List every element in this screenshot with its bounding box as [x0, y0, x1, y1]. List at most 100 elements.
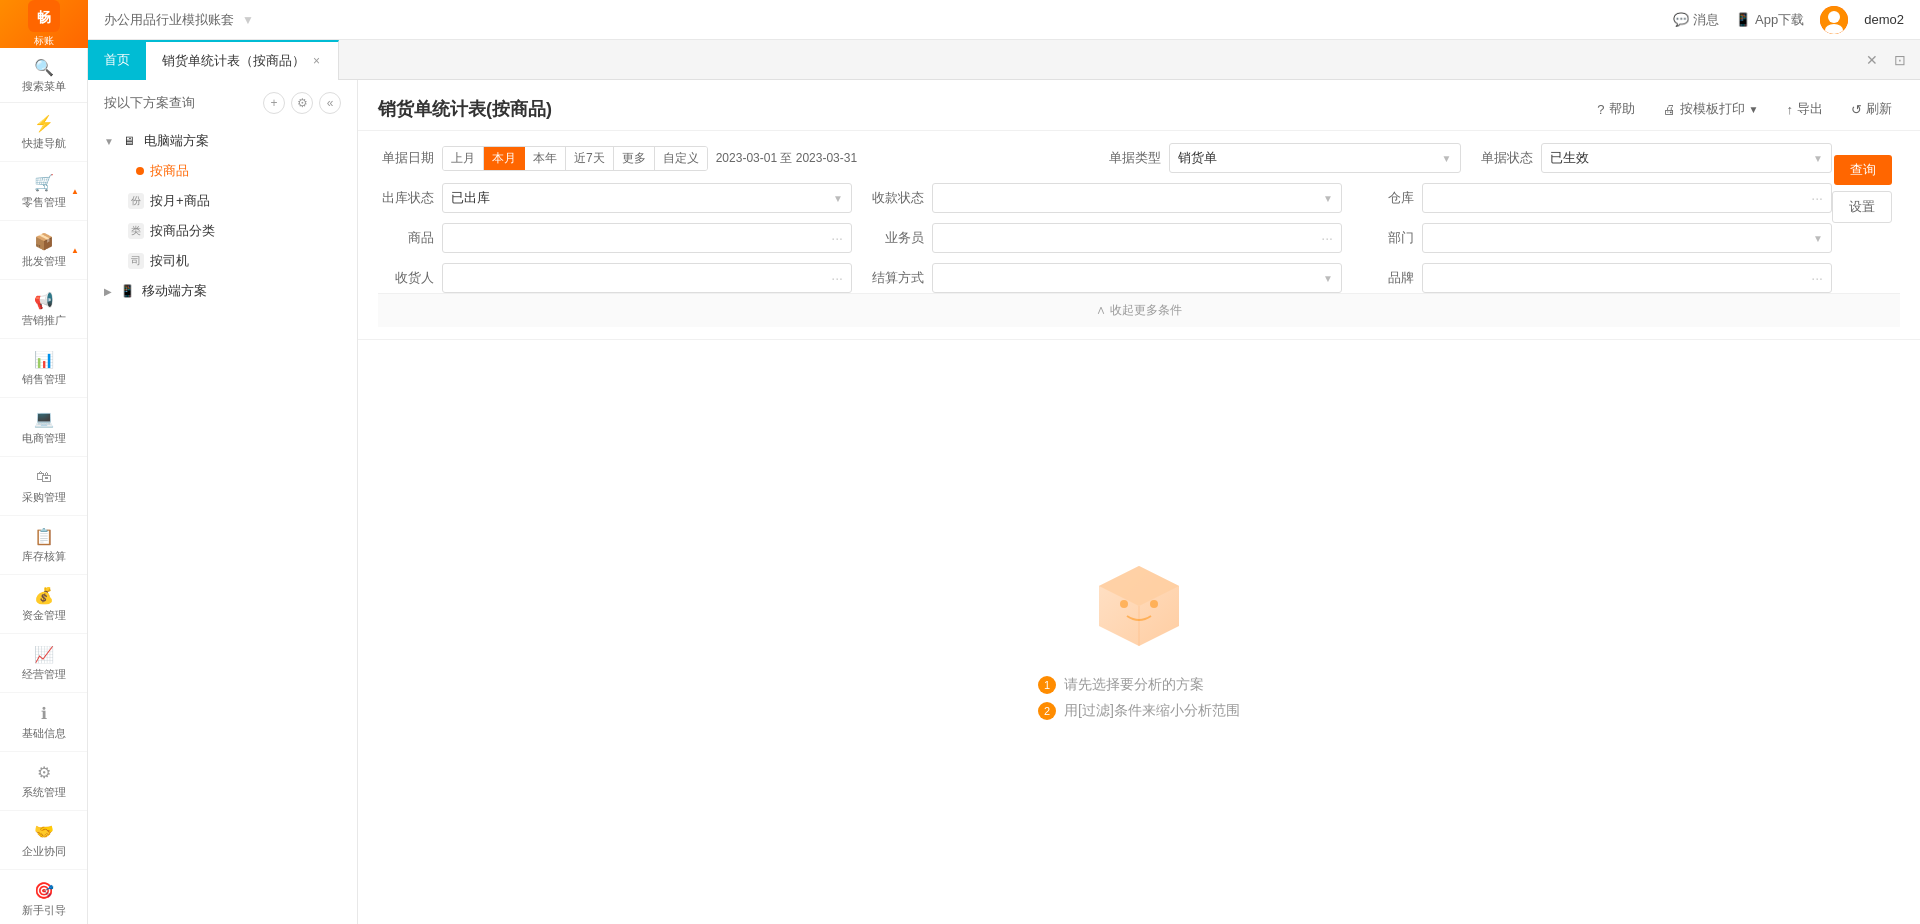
brand-input[interactable]: ··· [1422, 263, 1832, 293]
sidebar-item-enterprise-coop[interactable]: 🤝 企业协同 [0, 811, 87, 870]
sidebar-item-new-user[interactable]: 🎯 新手引导 [0, 870, 87, 924]
tab-home[interactable]: 首页 [88, 40, 146, 80]
message-icon: 💬 [1673, 12, 1689, 27]
goods-dots[interactable]: ··· [831, 230, 843, 246]
avatar-image [1820, 6, 1848, 34]
date-tab-more[interactable]: 更多 [614, 147, 655, 170]
ecommerce-icon: 💻 [34, 408, 54, 428]
help-label: 帮助 [1609, 100, 1635, 118]
warehouse-dots[interactable]: ··· [1811, 190, 1823, 206]
salesperson-label: 业务员 [868, 229, 924, 247]
brand-dots[interactable]: ··· [1811, 270, 1823, 286]
sidebar-item-quick-nav[interactable]: ⚡ 快捷导航 [0, 103, 87, 162]
sidebar-item-business[interactable]: 📈 经营管理 [0, 634, 87, 693]
goods-input[interactable]: ··· [442, 223, 852, 253]
payment-dropdown-icon: ▼ [1323, 273, 1333, 284]
collapse-panel-button[interactable]: « [319, 92, 341, 114]
sidebar-item-label: 系统管理 [22, 785, 66, 800]
app-logo[interactable]: 畅 标账 [0, 0, 88, 48]
export-button[interactable]: ↑ 导出 [1779, 96, 1832, 122]
warehouse-input[interactable]: ··· [1422, 183, 1832, 213]
settings-button[interactable]: 设置 [1832, 191, 1892, 223]
date-tab-7days[interactable]: 近7天 [566, 147, 614, 170]
add-scheme-button[interactable]: + [263, 92, 285, 114]
collapse-bar[interactable]: ∧ 收起更多条件 [378, 293, 1900, 327]
tree-arrow-mobile: ▶ [104, 286, 112, 297]
user-name: demo2 [1864, 12, 1904, 27]
tree-item-pc[interactable]: ▼ 🖥 电脑端方案 [88, 126, 357, 156]
phone-icon: 📱 [1735, 12, 1751, 27]
top-header: 办公用品行业模拟账套 ▼ 💬 消息 📱 App下载 demo2 [88, 0, 1920, 40]
out-status-value: 已出库 [451, 189, 490, 207]
date-tab-custom[interactable]: 自定义 [655, 147, 707, 170]
sidebar-item-basic-info[interactable]: ℹ 基础信息 [0, 693, 87, 752]
type-select[interactable]: 销货单 ▼ [1169, 143, 1461, 173]
tab-bar-actions: ✕ ⊡ [1860, 48, 1920, 72]
sidebar-item-system[interactable]: ⚙ 系统管理 [0, 752, 87, 811]
template-print-button[interactable]: 🖨 按模板打印 ▼ [1655, 96, 1767, 122]
sidebar-item-finance[interactable]: 💰 资金管理 [0, 575, 87, 634]
filter-out-status: 出库状态 已出库 ▼ [378, 183, 852, 213]
department-dropdown-icon: ▼ [1813, 233, 1823, 244]
salesperson-dots[interactable]: ··· [1321, 230, 1333, 246]
active-indicator [136, 167, 144, 175]
app-download-button[interactable]: 📱 App下载 [1735, 11, 1804, 29]
sidebar-item-retail[interactable]: 🛒 零售管理 [0, 162, 87, 221]
date-tab-last-month[interactable]: 上月 [443, 147, 484, 170]
sidebar-item-search-menu[interactable]: 🔍 搜索菜单 [0, 48, 87, 103]
page-title: 销货单统计表(按商品) [378, 97, 552, 121]
left-panel-title: 按以下方案查询 [104, 94, 195, 112]
tab-close-all-button[interactable]: ✕ [1860, 48, 1884, 72]
tab-maximize-button[interactable]: ⊡ [1888, 48, 1912, 72]
type-label: 单据类型 [1105, 149, 1161, 167]
tree-item-by-month-goods[interactable]: 份 按月+商品 [88, 186, 357, 216]
receiver-dots[interactable]: ··· [831, 270, 843, 286]
breadcrumb-dropdown-icon[interactable]: ▼ [242, 13, 254, 27]
sidebar-item-sales[interactable]: 📊 销售管理 [0, 339, 87, 398]
sidebar-item-purchase[interactable]: 🛍 采购管理 [0, 457, 87, 516]
sub-icon-month: 份 [128, 193, 144, 209]
user-avatar[interactable] [1820, 6, 1848, 34]
right-content: 销货单统计表(按商品) ? 帮助 🖨 按模板打印 ▼ ↑ 导出 [358, 80, 1920, 924]
date-tab-this-month[interactable]: 本月 [484, 147, 525, 170]
receiver-input[interactable]: ··· [442, 263, 852, 293]
tree-item-by-machine[interactable]: 司 按司机 [88, 246, 357, 276]
help-icon: ? [1597, 102, 1604, 117]
date-label: 单据日期 [378, 149, 434, 167]
settings-scheme-button[interactable]: ⚙ [291, 92, 313, 114]
date-tab-this-year[interactable]: 本年 [525, 147, 566, 170]
department-select[interactable]: ▼ [1422, 223, 1832, 253]
payment-select[interactable]: ▼ [932, 263, 1342, 293]
tree-item-mobile[interactable]: ▶ 📱 移动端方案 [88, 276, 357, 306]
sidebar-item-label: 基础信息 [22, 726, 66, 741]
tree-label-pc: 电脑端方案 [144, 132, 209, 150]
query-sidebar: 查询 设置 [1832, 143, 1900, 235]
tab-sales-stats-label: 销货单统计表（按商品） [162, 52, 305, 70]
tree-item-by-goods-category[interactable]: 类 按商品分类 [88, 216, 357, 246]
payment-label: 结算方式 [868, 269, 924, 287]
collect-status-select[interactable]: ▼ [932, 183, 1342, 213]
out-status-select[interactable]: 已出库 ▼ [442, 183, 852, 213]
sidebar-item-marketing[interactable]: 📢 营销推广 [0, 280, 87, 339]
wholesale-icon: 📦 [34, 231, 54, 251]
tab-sales-stats[interactable]: 销货单统计表（按商品） × [146, 40, 339, 80]
sales-icon: 📊 [34, 349, 54, 369]
sidebar-item-wholesale[interactable]: 📦 批发管理 [0, 221, 87, 280]
message-button[interactable]: 💬 消息 [1673, 11, 1719, 29]
refresh-button[interactable]: ↺ 刷新 [1843, 96, 1900, 122]
purchase-icon: 🛍 [34, 467, 54, 487]
sidebar-item-ecommerce[interactable]: 💻 电商管理 [0, 398, 87, 457]
query-button[interactable]: 查询 [1834, 155, 1892, 185]
tab-close-button[interactable]: × [311, 52, 322, 70]
sidebar-item-inventory[interactable]: 📋 库存核算 [0, 516, 87, 575]
tree-item-by-goods[interactable]: 按商品 [88, 156, 357, 186]
mobile-icon: 📱 [118, 282, 136, 300]
sidebar-item-label: 库存核算 [22, 549, 66, 564]
left-panel-actions: + ⚙ « [263, 92, 341, 114]
filter-department: 部门 ▼ [1358, 223, 1832, 253]
help-button[interactable]: ? 帮助 [1589, 96, 1642, 122]
status-select[interactable]: 已生效 ▼ [1541, 143, 1833, 173]
filter-collect-status: 收款状态 ▼ [868, 183, 1342, 213]
salesperson-input[interactable]: ··· [932, 223, 1342, 253]
filter-area: 单据日期 上月 本月 本年 近7天 更多 自定义 [358, 131, 1920, 340]
